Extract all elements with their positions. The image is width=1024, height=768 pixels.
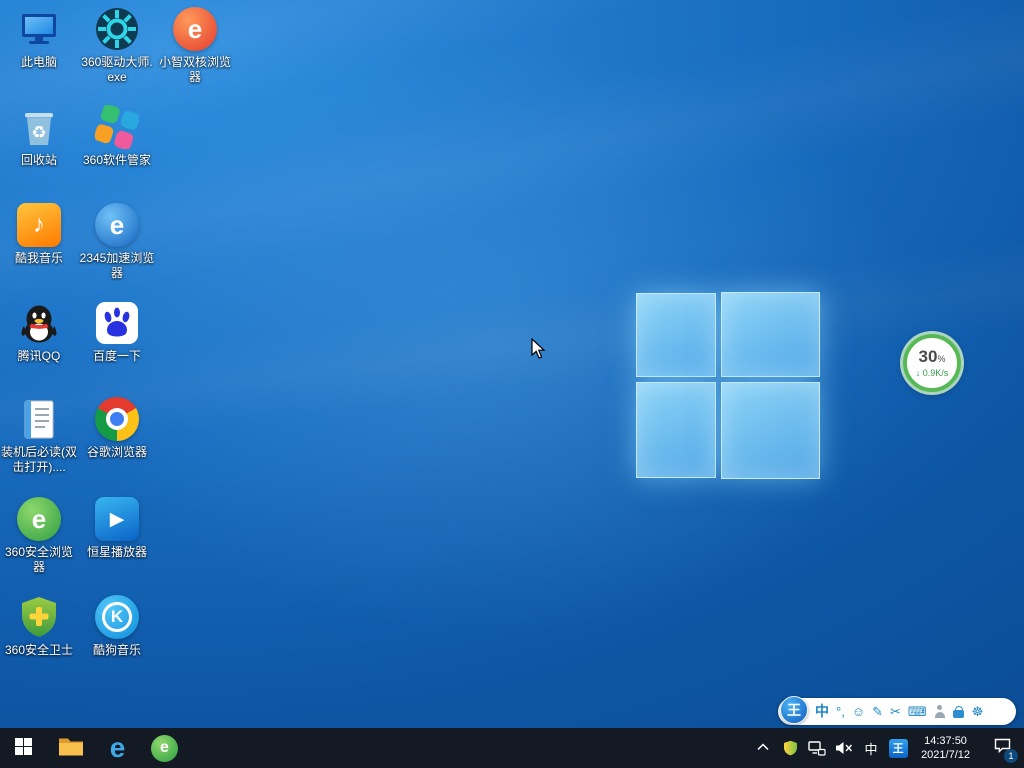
taskbar: e e bbox=[0, 728, 1024, 768]
play-icon: ▶ bbox=[94, 496, 140, 542]
desktop-icon-label: 腾讯QQ bbox=[1, 349, 77, 364]
download-speed: ↓ 0.9K/s bbox=[916, 368, 949, 379]
desktop-icon-label: 2345加速浏览器 bbox=[79, 251, 155, 281]
ime-tray-icon: 王 bbox=[889, 739, 908, 758]
chrome-icon bbox=[94, 396, 140, 442]
desktop-icon-label: 恒星播放器 bbox=[79, 545, 155, 560]
browser-e-icon: e bbox=[172, 6, 218, 52]
desktop-icon-2345-browser[interactable]: e 2345加速浏览器 bbox=[79, 202, 155, 281]
desktop-icon-label: 此电脑 bbox=[1, 55, 77, 70]
tray-expand-button[interactable] bbox=[753, 728, 773, 768]
ime-clipboard-icon[interactable]: ✂ bbox=[890, 698, 901, 725]
desktop[interactable]: 此电脑 360驱动大师.exe e 小智双核浏览器 bbox=[0, 0, 1024, 768]
desktop-icon-xiaozhi-browser[interactable]: e 小智双核浏览器 bbox=[157, 6, 233, 85]
ime-keyboard-icon[interactable]: ⌨ bbox=[908, 698, 927, 725]
ime-mode-toggle[interactable]: 中 bbox=[815, 698, 829, 725]
desktop-icon-label: 谷歌浏览器 bbox=[79, 445, 155, 460]
taskbar-edge-browser[interactable]: e bbox=[94, 728, 141, 768]
desktop-icon-label: 回收站 bbox=[1, 153, 77, 168]
tray-ime-button[interactable]: 王 bbox=[888, 728, 908, 768]
taskbar-file-explorer[interactable] bbox=[47, 728, 94, 768]
ime-punctuation-icon[interactable]: °, bbox=[836, 698, 845, 725]
taskbar-clock[interactable]: 14:37:50 2021/7/12 bbox=[915, 728, 976, 768]
desktop-icon-label: 装机后必读(双击打开).... bbox=[1, 445, 77, 475]
gear-icon bbox=[94, 6, 140, 52]
penguin-icon bbox=[16, 300, 62, 346]
desktop-icon-label: 酷狗音乐 bbox=[79, 643, 155, 658]
desktop-icon-label: 360安全浏览器 bbox=[1, 545, 77, 575]
music-note-icon: ♪ bbox=[16, 202, 62, 248]
desktop-icon-kuwo-music[interactable]: ♪ 酷我音乐 bbox=[1, 202, 77, 266]
pinwheel-icon bbox=[94, 104, 140, 150]
ime-emoji-icon[interactable]: ☺ bbox=[852, 698, 865, 725]
clock-date: 2021/7/12 bbox=[921, 748, 970, 762]
windows-logo-icon bbox=[15, 738, 32, 758]
desktop-icon-360-driver-master[interactable]: 360驱动大师.exe bbox=[79, 6, 155, 85]
tray-network-icon[interactable] bbox=[807, 728, 827, 768]
kugou-k-icon: K bbox=[94, 594, 140, 640]
ime-skin-icon[interactable] bbox=[953, 705, 965, 719]
tray-volume-muted-icon[interactable] bbox=[834, 728, 854, 768]
taskbar-360-browser[interactable]: e bbox=[141, 728, 188, 768]
desktop-icon-recycle-bin[interactable]: ♻ 回收站 bbox=[1, 104, 77, 168]
folder-icon bbox=[58, 736, 84, 760]
start-button[interactable] bbox=[0, 728, 47, 768]
desktop-icon-label: 酷我音乐 bbox=[1, 251, 77, 266]
svg-text:♻: ♻ bbox=[31, 123, 46, 142]
desktop-icon-360-software-manager[interactable]: 360软件管家 bbox=[79, 104, 155, 168]
ime-settings-icon[interactable]: ☸ bbox=[972, 698, 984, 725]
windows-logo-pane bbox=[636, 382, 716, 478]
windows-logo-pane bbox=[721, 382, 820, 479]
desktop-icon-kugou-music[interactable]: K 酷狗音乐 bbox=[79, 594, 155, 658]
paw-icon bbox=[94, 300, 140, 346]
desktop-icon-360-safe-browser[interactable]: e 360安全浏览器 bbox=[1, 496, 77, 575]
desktop-icon-readme[interactable]: 装机后必读(双击打开).... bbox=[1, 396, 77, 475]
edge-icon: e bbox=[110, 734, 126, 762]
desktop-icon-tencent-qq[interactable]: 腾讯QQ bbox=[1, 300, 77, 364]
desktop-icon-baidu[interactable]: 百度一下 bbox=[79, 300, 155, 364]
desktop-icon-label: 360驱动大师.exe bbox=[79, 55, 155, 85]
memory-percent: 30% bbox=[919, 348, 946, 368]
ime-logo-icon[interactable]: 王 bbox=[780, 696, 808, 724]
chevron-up-icon bbox=[756, 739, 770, 757]
tray-360-security-icon[interactable] bbox=[780, 728, 800, 768]
desktop-icon-this-pc[interactable]: 此电脑 bbox=[1, 6, 77, 70]
desktop-icon-label: 360安全卫士 bbox=[1, 643, 77, 658]
browser-e-icon: e bbox=[16, 496, 62, 542]
browser-e-icon: e bbox=[94, 202, 140, 248]
mouse-cursor bbox=[531, 338, 551, 365]
desktop-icon-star-player[interactable]: ▶ 恒星播放器 bbox=[79, 496, 155, 560]
desktop-icon-chrome[interactable]: 谷歌浏览器 bbox=[79, 396, 155, 460]
action-center-button[interactable]: 1 bbox=[983, 728, 1021, 768]
ime-handwriting-icon[interactable]: ✎ bbox=[872, 698, 883, 725]
ime-toolbar[interactable]: 王 中 °, ☺ ✎ ✂ ⌨ ☸ bbox=[778, 698, 1016, 725]
document-icon bbox=[16, 396, 62, 442]
tray-language-indicator[interactable]: 中 bbox=[861, 728, 881, 768]
windows-logo-pane bbox=[636, 293, 716, 377]
windows-logo-pane bbox=[721, 292, 820, 377]
recycle-bin-icon: ♻ bbox=[16, 104, 62, 150]
desktop-icon-label: 360软件管家 bbox=[79, 153, 155, 168]
desktop-icon-label: 百度一下 bbox=[79, 349, 155, 364]
netspeed-widget[interactable]: 30% ↓ 0.9K/s bbox=[903, 334, 961, 392]
clock-time: 14:37:50 bbox=[921, 734, 970, 748]
shield-icon bbox=[16, 594, 62, 640]
browser-e-icon: e bbox=[151, 735, 178, 762]
ime-account-icon[interactable] bbox=[934, 705, 946, 718]
desktop-icon-label: 小智双核浏览器 bbox=[157, 55, 233, 85]
notification-badge: 1 bbox=[1004, 749, 1018, 763]
desktop-icon-360-safe-guard[interactable]: 360安全卫士 bbox=[1, 594, 77, 658]
this-pc-icon bbox=[16, 6, 62, 52]
